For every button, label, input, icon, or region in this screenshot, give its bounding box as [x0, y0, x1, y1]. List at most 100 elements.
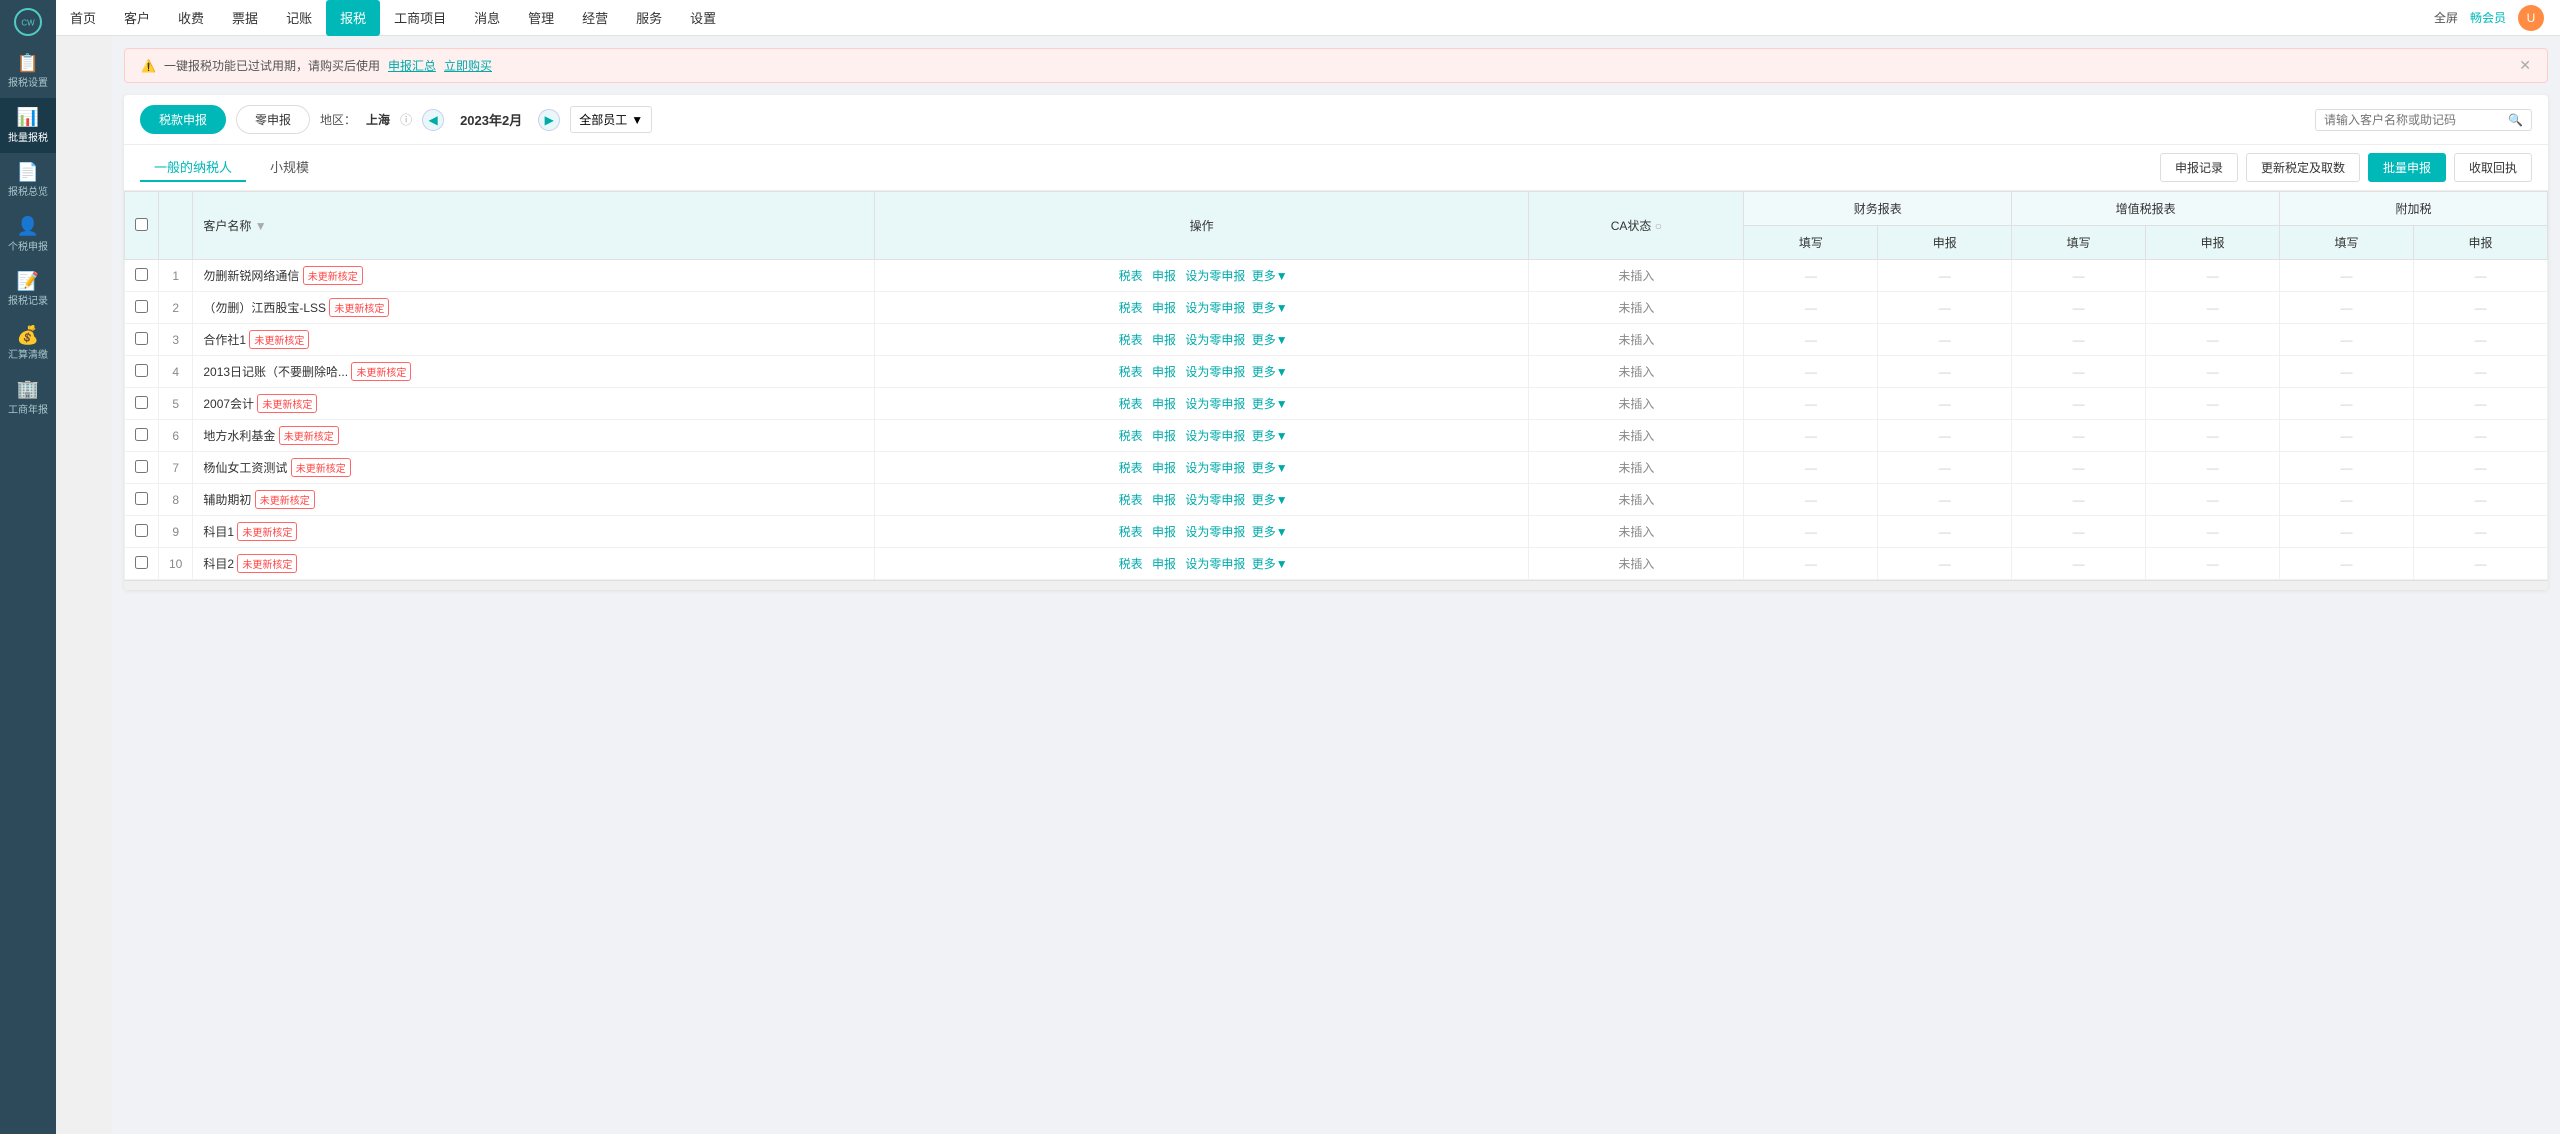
banner-link-report[interactable]: 申报汇总	[388, 57, 436, 74]
op-zero-declare[interactable]: 设为零申报	[1182, 557, 1248, 571]
row-ca-status: 未插入	[1529, 548, 1744, 580]
op-zero-declare[interactable]: 设为零申报	[1182, 269, 1248, 283]
row-fill2: —	[2012, 388, 2146, 420]
ca-filter-icon[interactable]: ○	[1655, 219, 1662, 233]
sidebar-item-annual-settle[interactable]: 💰 汇算清缴	[0, 316, 56, 370]
prev-month-btn[interactable]: ◀	[422, 109, 444, 131]
logo[interactable]: CW	[0, 0, 56, 44]
op-more[interactable]: 更多▼	[1252, 461, 1288, 475]
op-tax-table[interactable]: 税表	[1116, 365, 1146, 379]
collect-receipt-btn[interactable]: 收取回执	[2454, 153, 2532, 182]
op-zero-declare[interactable]: 设为零申报	[1182, 493, 1248, 507]
tab-small-scale[interactable]: 小规模	[256, 153, 323, 182]
batch-declare-btn[interactable]: 批量申报	[2368, 153, 2446, 182]
nav-home[interactable]: 首页	[56, 0, 110, 36]
op-zero-declare[interactable]: 设为零申报	[1182, 301, 1248, 315]
row-checkbox[interactable]	[135, 492, 148, 505]
banner-close-btn[interactable]: ✕	[2519, 57, 2531, 74]
sidebar-item-tax-records[interactable]: 📝 报税记录	[0, 262, 56, 316]
th-operation: 操作	[874, 192, 1529, 260]
sidebar-item-tax-overview[interactable]: 📄 报税总览	[0, 153, 56, 207]
op-zero-declare[interactable]: 设为零申报	[1182, 525, 1248, 539]
op-more[interactable]: 更多▼	[1252, 493, 1288, 507]
tab-general-taxpayer[interactable]: 一般的纳税人	[140, 153, 246, 182]
search-icon[interactable]: 🔍	[2508, 113, 2523, 127]
op-tax-table[interactable]: 税表	[1116, 493, 1146, 507]
op-tax-table[interactable]: 税表	[1116, 397, 1146, 411]
sidebar-item-batch-tax[interactable]: 📊 批量报税	[0, 98, 56, 152]
region-info-icon[interactable]: ⓘ	[400, 111, 412, 128]
op-more[interactable]: 更多▼	[1252, 333, 1288, 347]
op-tax-table[interactable]: 税表	[1116, 429, 1146, 443]
op-zero-declare[interactable]: 设为零申报	[1182, 461, 1248, 475]
op-tax-table[interactable]: 税表	[1116, 525, 1146, 539]
row-checkbox[interactable]	[135, 364, 148, 377]
op-tax-table[interactable]: 税表	[1116, 301, 1146, 315]
update-tax-btn[interactable]: 更新税定及取数	[2246, 153, 2360, 182]
declaration-records-btn[interactable]: 申报记录	[2160, 153, 2238, 182]
row-checkbox[interactable]	[135, 268, 148, 281]
op-declare[interactable]: 申报	[1149, 525, 1179, 539]
op-more[interactable]: 更多▼	[1252, 525, 1288, 539]
op-tax-table[interactable]: 税表	[1116, 333, 1146, 347]
nav-billing[interactable]: 收费	[164, 0, 218, 36]
nav-operation[interactable]: 经营	[568, 0, 622, 36]
fullscreen-btn[interactable]: 全屏	[2434, 9, 2458, 26]
row-checkbox[interactable]	[135, 332, 148, 345]
op-declare[interactable]: 申报	[1149, 333, 1179, 347]
op-declare[interactable]: 申报	[1149, 365, 1179, 379]
op-zero-declare[interactable]: 设为零申报	[1182, 397, 1248, 411]
select-all-checkbox[interactable]	[135, 218, 148, 231]
op-more[interactable]: 更多▼	[1252, 557, 1288, 571]
op-declare[interactable]: 申报	[1149, 429, 1179, 443]
nav-service[interactable]: 服务	[622, 0, 676, 36]
op-declare[interactable]: 申报	[1149, 461, 1179, 475]
search-input[interactable]	[2324, 113, 2504, 127]
nav-business-project[interactable]: 工商项目	[380, 0, 460, 36]
op-declare[interactable]: 申报	[1149, 557, 1179, 571]
op-zero-declare[interactable]: 设为零申报	[1182, 365, 1248, 379]
avatar[interactable]: U	[2518, 5, 2544, 31]
nav-client[interactable]: 客户	[110, 0, 164, 36]
op-declare[interactable]: 申报	[1149, 493, 1179, 507]
op-more[interactable]: 更多▼	[1252, 429, 1288, 443]
sidebar-item-business-annual[interactable]: 🏢 工商年报	[0, 370, 56, 424]
next-month-btn[interactable]: ▶	[538, 109, 560, 131]
banner-link-buy[interactable]: 立即购买	[444, 57, 492, 74]
op-more[interactable]: 更多▼	[1252, 365, 1288, 379]
op-declare[interactable]: 申报	[1149, 269, 1179, 283]
tab-tax-declaration[interactable]: 税款申报	[140, 105, 226, 134]
upgrade-btn[interactable]: 畅会员	[2470, 9, 2506, 26]
op-zero-declare[interactable]: 设为零申报	[1182, 429, 1248, 443]
op-declare[interactable]: 申报	[1149, 397, 1179, 411]
nav-settings[interactable]: 设置	[676, 0, 730, 36]
op-declare[interactable]: 申报	[1149, 301, 1179, 315]
op-more[interactable]: 更多▼	[1252, 269, 1288, 283]
nav-management[interactable]: 管理	[514, 0, 568, 36]
op-more[interactable]: 更多▼	[1252, 397, 1288, 411]
op-zero-declare[interactable]: 设为零申报	[1182, 333, 1248, 347]
row-submit1: —	[1878, 324, 2012, 356]
row-num: 10	[159, 548, 193, 580]
op-tax-table[interactable]: 税表	[1116, 461, 1146, 475]
row-checkbox[interactable]	[135, 428, 148, 441]
row-checkbox[interactable]	[135, 396, 148, 409]
row-checkbox[interactable]	[135, 460, 148, 473]
row-checkbox[interactable]	[135, 300, 148, 313]
sidebar-item-tax-settings[interactable]: 📋 报税设置	[0, 44, 56, 98]
row-submit2: —	[2146, 516, 2280, 548]
tab-zero-declaration[interactable]: 零申报	[236, 105, 310, 134]
sort-icon[interactable]: ▼	[255, 219, 267, 233]
op-tax-table[interactable]: 税表	[1116, 557, 1146, 571]
nav-tax[interactable]: 报税	[326, 0, 380, 36]
nav-bookkeeping[interactable]: 记账	[272, 0, 326, 36]
nav-invoice[interactable]: 票据	[218, 0, 272, 36]
dept-select[interactable]: 全部员工 ▼	[570, 106, 652, 133]
row-checkbox[interactable]	[135, 524, 148, 537]
bottom-scrollbar[interactable]	[124, 580, 2548, 590]
op-more[interactable]: 更多▼	[1252, 301, 1288, 315]
nav-message[interactable]: 消息	[460, 0, 514, 36]
row-checkbox[interactable]	[135, 556, 148, 569]
op-tax-table[interactable]: 税表	[1116, 269, 1146, 283]
sidebar-item-personal-tax[interactable]: 👤 个税申报	[0, 207, 56, 261]
